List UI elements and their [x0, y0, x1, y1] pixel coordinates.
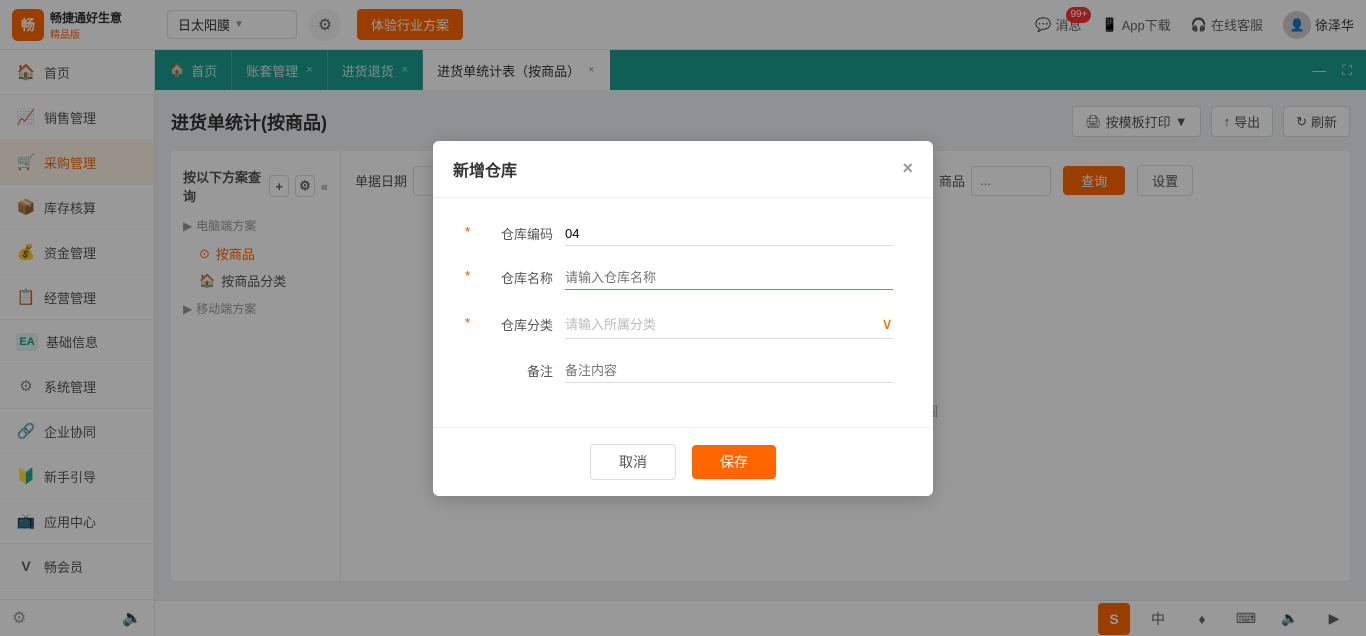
- modal-overlay[interactable]: 新增仓库 × 仓库编码 仓库名称 仓库分类 请输入所属分类 ∨: [0, 0, 1366, 636]
- category-dropdown-icon: ∨: [881, 314, 893, 334]
- warehouse-remark-input[interactable]: [565, 359, 893, 383]
- modal-close-button[interactable]: ×: [902, 158, 913, 179]
- warehouse-name-input[interactable]: [565, 266, 893, 290]
- form-row-code: 仓库编码: [473, 222, 893, 246]
- warehouse-code-input[interactable]: [565, 222, 893, 246]
- new-warehouse-modal: 新增仓库 × 仓库编码 仓库名称 仓库分类 请输入所属分类 ∨: [433, 141, 933, 496]
- form-row-name: 仓库名称: [473, 266, 893, 290]
- form-label-code: 仓库编码: [473, 224, 553, 243]
- form-label-remark: 备注: [473, 361, 553, 380]
- cancel-button[interactable]: 取消: [590, 444, 676, 480]
- form-row-category: 仓库分类 请输入所属分类 ∨: [473, 310, 893, 339]
- modal-body: 仓库编码 仓库名称 仓库分类 请输入所属分类 ∨ 备注: [433, 198, 933, 427]
- form-row-remark: 备注: [473, 359, 893, 383]
- save-button[interactable]: 保存: [692, 445, 776, 479]
- modal-footer: 取消 保存: [433, 427, 933, 496]
- warehouse-category-select[interactable]: 请输入所属分类 ∨: [565, 310, 893, 339]
- category-placeholder: 请输入所属分类: [565, 314, 881, 333]
- form-label-category: 仓库分类: [473, 315, 553, 334]
- form-label-name: 仓库名称: [473, 268, 553, 287]
- modal-title: 新增仓库: [453, 157, 517, 181]
- modal-header: 新增仓库 ×: [433, 141, 933, 198]
